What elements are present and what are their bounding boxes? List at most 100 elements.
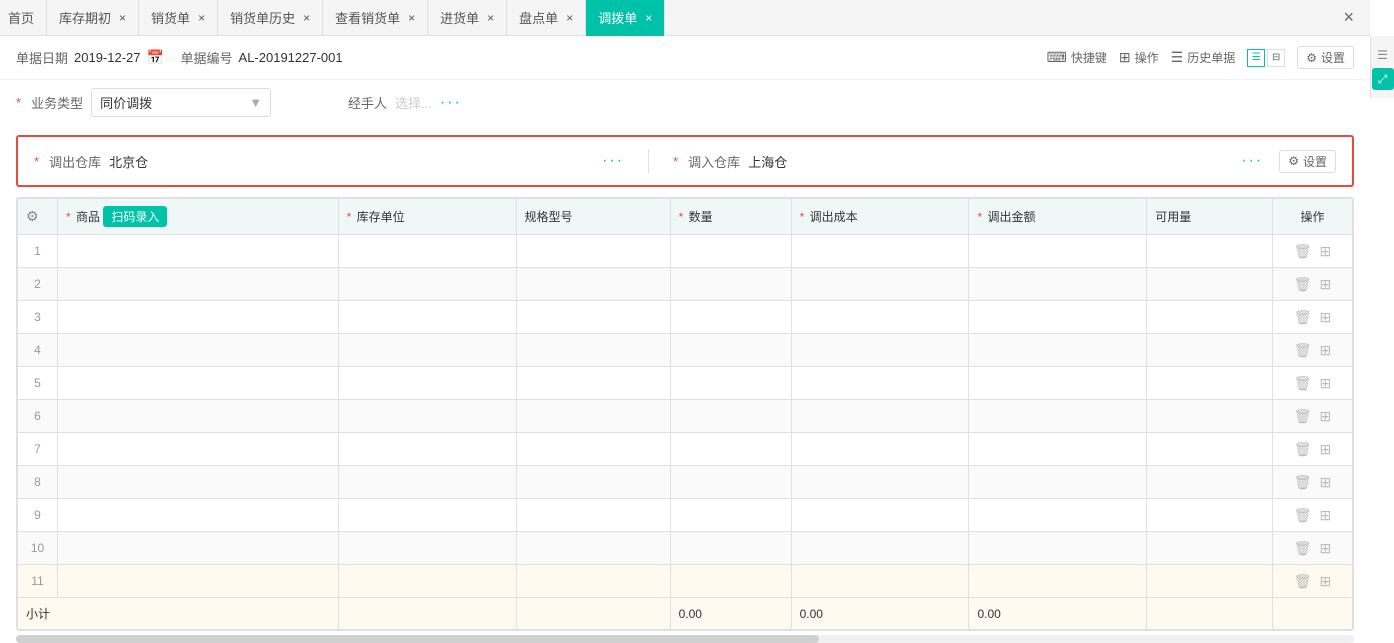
copy-icon-10[interactable]: ⊞ xyxy=(1320,540,1332,557)
available-cell-10[interactable] xyxy=(1147,532,1273,565)
unit-cell-5[interactable] xyxy=(338,367,516,400)
amount-cell-7[interactable] xyxy=(969,433,1147,466)
delete-icon-10[interactable]: 🗑 xyxy=(1294,540,1312,557)
goods-cell-11[interactable] xyxy=(58,565,339,598)
spec-cell-2[interactable] xyxy=(516,268,670,301)
amount-cell-10[interactable] xyxy=(969,532,1147,565)
copy-icon-7[interactable]: ⊞ xyxy=(1320,441,1332,458)
spec-cell-7[interactable] xyxy=(516,433,670,466)
available-cell-9[interactable] xyxy=(1147,499,1273,532)
goods-cell-1[interactable] xyxy=(58,235,339,268)
delete-icon-9[interactable]: 🗑 xyxy=(1294,507,1312,524)
horizontal-scrollbar[interactable] xyxy=(16,635,1354,643)
delete-icon-6[interactable]: 🗑 xyxy=(1294,408,1312,425)
available-cell-6[interactable] xyxy=(1147,400,1273,433)
amount-cell-8[interactable] xyxy=(969,466,1147,499)
delete-icon-3[interactable]: 🗑 xyxy=(1294,309,1312,326)
copy-icon-5[interactable]: ⊞ xyxy=(1320,375,1332,392)
unit-cell-9[interactable] xyxy=(338,499,516,532)
unit-cell-10[interactable] xyxy=(338,532,516,565)
cost-cell-4[interactable] xyxy=(791,334,969,367)
tab-inventory-init[interactable]: 库存期初 × xyxy=(47,0,139,36)
section-settings-btn[interactable]: ⚙ 设置 xyxy=(1279,150,1336,173)
tab-close-purchase[interactable]: × xyxy=(487,11,494,25)
copy-icon-8[interactable]: ⊞ xyxy=(1320,474,1332,491)
cost-cell-8[interactable] xyxy=(791,466,969,499)
copy-icon-1[interactable]: ⊞ xyxy=(1320,243,1332,260)
qty-cell-9[interactable] xyxy=(670,499,791,532)
amount-cell-5[interactable] xyxy=(969,367,1147,400)
cost-cell-1[interactable] xyxy=(791,235,969,268)
tab-close-sales-order[interactable]: × xyxy=(198,11,205,25)
tab-close-inventory-init[interactable]: × xyxy=(119,11,126,25)
qty-cell-5[interactable] xyxy=(670,367,791,400)
spec-cell-8[interactable] xyxy=(516,466,670,499)
spec-cell-11[interactable] xyxy=(516,565,670,598)
amount-cell-3[interactable] xyxy=(969,301,1147,334)
cost-cell-3[interactable] xyxy=(791,301,969,334)
qty-cell-4[interactable] xyxy=(670,334,791,367)
calendar-icon[interactable]: 📅 xyxy=(147,49,165,67)
amount-cell-11[interactable] xyxy=(969,565,1147,598)
qty-cell-2[interactable] xyxy=(670,268,791,301)
amount-cell-4[interactable] xyxy=(969,334,1147,367)
spec-cell-5[interactable] xyxy=(516,367,670,400)
tab-transfer[interactable]: 调拨单 × xyxy=(586,0,665,36)
goods-cell-10[interactable] xyxy=(58,532,339,565)
window-close-button[interactable]: × xyxy=(1335,7,1362,28)
copy-icon-6[interactable]: ⊞ xyxy=(1320,408,1332,425)
delete-icon-8[interactable]: 🗑 xyxy=(1294,474,1312,491)
cost-cell-11[interactable] xyxy=(791,565,969,598)
delete-icon-11[interactable]: 🗑 xyxy=(1294,573,1312,590)
delete-icon-1[interactable]: 🗑 xyxy=(1294,243,1312,260)
delete-icon-4[interactable]: 🗑 xyxy=(1294,342,1312,359)
copy-icon-11[interactable]: ⊞ xyxy=(1320,573,1332,590)
tab-sales-history[interactable]: 销货单历史 × xyxy=(218,0,323,36)
goods-cell-8[interactable] xyxy=(58,466,339,499)
spec-cell-6[interactable] xyxy=(516,400,670,433)
available-cell-8[interactable] xyxy=(1147,466,1273,499)
delete-icon-2[interactable]: 🗑 xyxy=(1294,276,1312,293)
available-cell-2[interactable] xyxy=(1147,268,1273,301)
available-cell-1[interactable] xyxy=(1147,235,1273,268)
qty-cell-8[interactable] xyxy=(670,466,791,499)
unit-cell-6[interactable] xyxy=(338,400,516,433)
business-type-select[interactable]: 同价调拨 ▼ xyxy=(91,88,271,117)
table-gear-icon[interactable]: ⚙ xyxy=(26,208,39,224)
delete-icon-7[interactable]: 🗑 xyxy=(1294,441,1312,458)
scan-input-btn[interactable]: 扫码录入 xyxy=(103,206,167,227)
operation-btn[interactable]: ⊞ 操作 xyxy=(1119,49,1159,66)
cost-cell-9[interactable] xyxy=(791,499,969,532)
tab-purchase[interactable]: 进货单 × xyxy=(428,0,507,36)
amount-cell-1[interactable] xyxy=(969,235,1147,268)
tab-close-sales-history[interactable]: × xyxy=(303,11,310,25)
available-cell-7[interactable] xyxy=(1147,433,1273,466)
amount-cell-9[interactable] xyxy=(969,499,1147,532)
copy-icon-3[interactable]: ⊞ xyxy=(1320,309,1332,326)
tab-home[interactable]: 首页 xyxy=(8,0,47,36)
spec-cell-1[interactable] xyxy=(516,235,670,268)
tab-close-stocktake[interactable]: × xyxy=(566,11,573,25)
sidebar-note-icon[interactable]: ☰ xyxy=(1372,44,1394,66)
unit-cell-1[interactable] xyxy=(338,235,516,268)
available-cell-11[interactable] xyxy=(1147,565,1273,598)
goods-cell-9[interactable] xyxy=(58,499,339,532)
amount-cell-6[interactable] xyxy=(969,400,1147,433)
qty-cell-6[interactable] xyxy=(670,400,791,433)
history-btn[interactable]: ☰ 历史单据 xyxy=(1171,49,1236,66)
spec-cell-9[interactable] xyxy=(516,499,670,532)
cost-cell-2[interactable] xyxy=(791,268,969,301)
cost-cell-5[interactable] xyxy=(791,367,969,400)
layout-list-btn[interactable]: ☰ xyxy=(1247,49,1265,67)
delete-icon-5[interactable]: 🗑 xyxy=(1294,375,1312,392)
tab-sales-order[interactable]: 销货单 × xyxy=(139,0,218,36)
spec-cell-4[interactable] xyxy=(516,334,670,367)
goods-cell-2[interactable] xyxy=(58,268,339,301)
layout-grid-btn[interactable]: ⊟ xyxy=(1267,49,1285,67)
copy-icon-4[interactable]: ⊞ xyxy=(1320,342,1332,359)
handler-select[interactable]: 选择... xyxy=(395,93,432,112)
available-cell-3[interactable] xyxy=(1147,301,1273,334)
settings-btn[interactable]: ⚙ 设置 xyxy=(1297,46,1354,69)
goods-cell-6[interactable] xyxy=(58,400,339,433)
handler-more-btn[interactable]: ··· xyxy=(440,94,462,112)
